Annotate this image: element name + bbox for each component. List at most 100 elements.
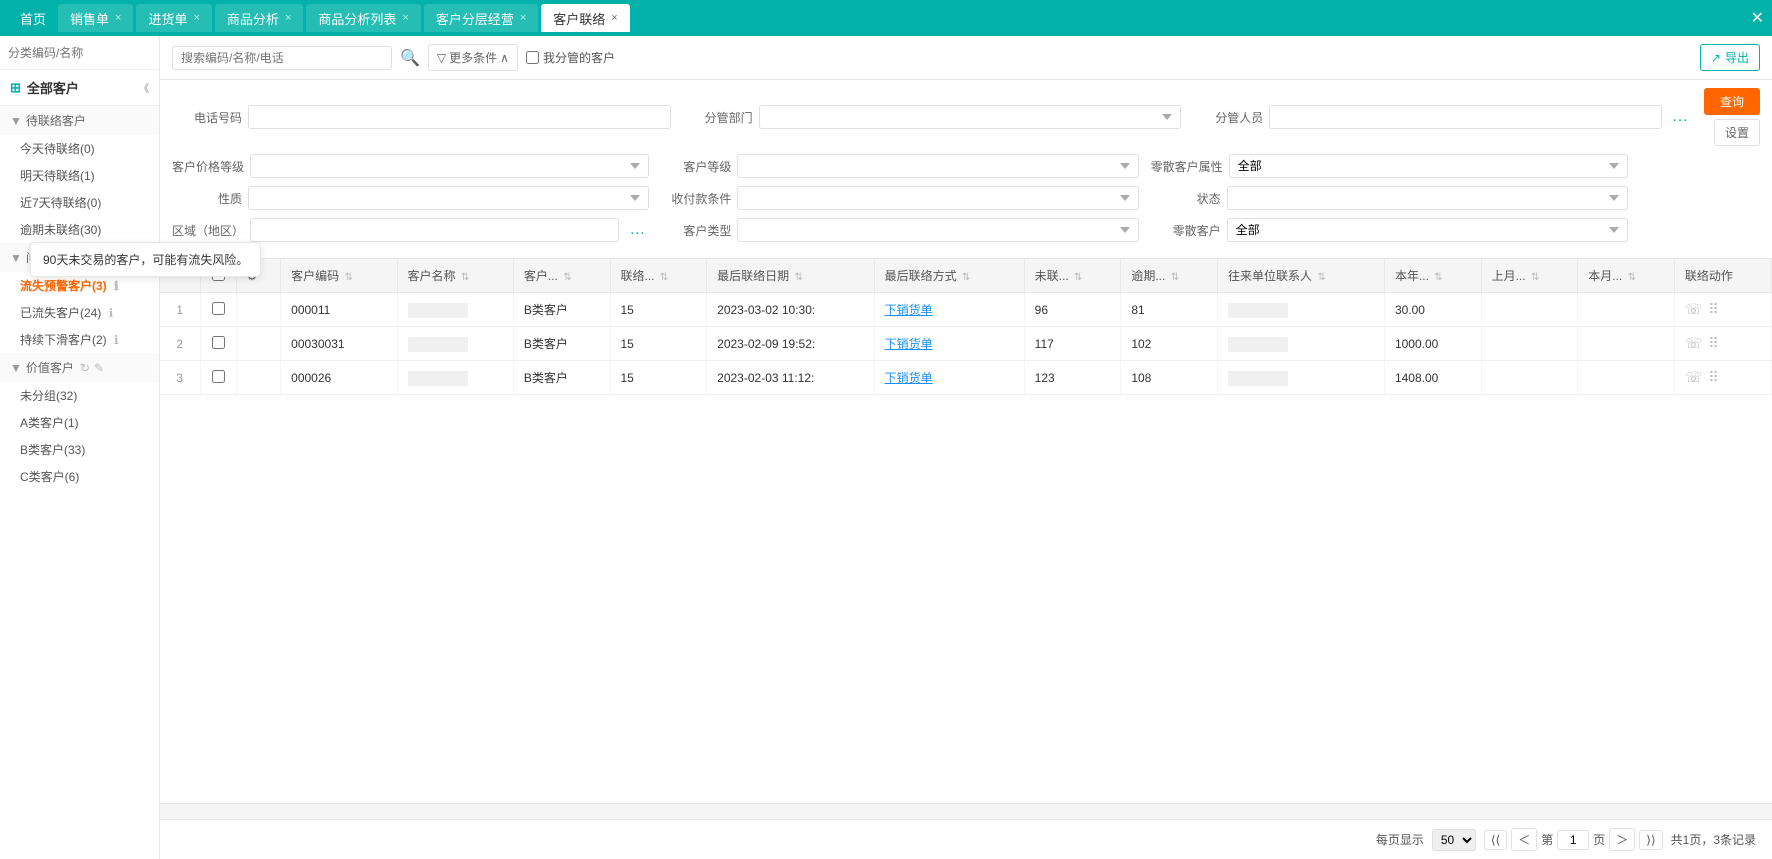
my-customers-filter[interactable]: 我分管的客户 bbox=[526, 49, 615, 66]
sidebar-item-c-class[interactable]: C类客户(6) bbox=[0, 463, 159, 490]
page-input[interactable] bbox=[1557, 830, 1589, 850]
sidebar-item-declining[interactable]: 持续下滑客户(2) ℹ bbox=[0, 326, 159, 353]
tab-analysis-close[interactable]: × bbox=[285, 12, 291, 24]
query-button[interactable]: 查询 bbox=[1704, 88, 1760, 115]
sidebar-item-lost[interactable]: 已流失客户(24) ℹ bbox=[0, 299, 159, 326]
col-header-type[interactable]: 客户... ⇅ bbox=[513, 259, 610, 293]
contact-method-link[interactable]: 下销货单 bbox=[885, 371, 933, 385]
filter-row-4: 区域（地区） … 客户类型 零散客户 全部 bbox=[172, 218, 1760, 242]
col-header-unit-contact[interactable]: 往来单位联系人 ⇅ bbox=[1217, 259, 1384, 293]
col-header-this-month[interactable]: 本月... ⇅ bbox=[1578, 259, 1675, 293]
horizontal-scrollbar[interactable] bbox=[160, 803, 1772, 819]
gender-select[interactable] bbox=[248, 186, 649, 210]
cell-checkbox[interactable] bbox=[200, 293, 236, 327]
cell-index: 1 bbox=[160, 293, 200, 327]
tab-sales-close[interactable]: × bbox=[115, 12, 121, 24]
tab-purchase[interactable]: 进货单 × bbox=[136, 4, 211, 32]
contact-action-icon[interactable]: ☏ bbox=[1685, 301, 1703, 318]
status-select[interactable] bbox=[1227, 186, 1628, 210]
tab-home[interactable]: 首页 bbox=[8, 9, 58, 28]
sidebar-search-input[interactable] bbox=[8, 46, 160, 60]
blurred-unit-contact: ██████ bbox=[1228, 371, 1288, 386]
tab-analysis-table-close[interactable]: × bbox=[402, 12, 408, 24]
refresh-icon[interactable]: ↻ bbox=[80, 361, 90, 375]
customer-type-select[interactable] bbox=[737, 218, 1138, 242]
sidebar-group-pending-contact[interactable]: ▼ 待联络客户 bbox=[0, 106, 159, 135]
data-table: ⚙ 客户编码 ⇅ 客户名称 ⇅ 客户... ⇅ bbox=[160, 259, 1772, 395]
cell-checkbox[interactable] bbox=[200, 361, 236, 395]
col-header-last-month[interactable]: 上月... ⇅ bbox=[1481, 259, 1578, 293]
tab-bar: 首页 销售单 × 进货单 × 商品分析 × 商品分析列表 × 客户分层经营 × … bbox=[0, 0, 1772, 36]
col-header-last-method[interactable]: 最后联络方式 ⇅ bbox=[874, 259, 1024, 293]
dept-select[interactable] bbox=[759, 105, 1182, 129]
edit-icon[interactable]: ✎ bbox=[94, 361, 104, 375]
phone-input[interactable] bbox=[248, 105, 671, 129]
customer-type-label: 客户类型 bbox=[661, 222, 731, 239]
sidebar-item-today[interactable]: 今天待联络(0) bbox=[0, 135, 159, 162]
cell-unit-contact: ██████ bbox=[1217, 361, 1384, 395]
col-header-actions: 联络动作 bbox=[1674, 259, 1771, 293]
sidebar-item-7days[interactable]: 近7天待联络(0) bbox=[0, 189, 159, 216]
col-header-overdue[interactable]: 逾期... ⇅ bbox=[1121, 259, 1218, 293]
col-header-code[interactable]: 客户编码 ⇅ bbox=[281, 259, 397, 293]
prev-page-button[interactable]: ＜ bbox=[1511, 828, 1537, 851]
window-close-icon[interactable]: ✕ bbox=[1751, 8, 1764, 28]
tab-purchase-close[interactable]: × bbox=[193, 12, 199, 24]
per-page-select[interactable]: 50 bbox=[1432, 829, 1476, 851]
last-page-button[interactable]: ⟩⟩ bbox=[1639, 830, 1662, 850]
next-page-button[interactable]: ＞ bbox=[1609, 828, 1635, 851]
blurred-unit-contact: ██████ bbox=[1228, 337, 1288, 352]
contact-action-icon[interactable]: ☏ bbox=[1685, 369, 1703, 386]
cell-last-date: 2023-02-09 19:52: bbox=[707, 327, 874, 361]
filter-group-gender: 性质 bbox=[172, 186, 649, 210]
setting-button[interactable]: 设置 bbox=[1714, 119, 1760, 146]
sidebar-all-customers[interactable]: ⊞ 全部客户 《 bbox=[0, 70, 159, 106]
more-action-icon[interactable]: ⠿ bbox=[1708, 335, 1718, 352]
filter-group-zero-retail: 零散客户 全部 bbox=[1151, 218, 1628, 242]
person-more-btn[interactable]: … bbox=[1668, 108, 1692, 126]
zero-retail-attr-select[interactable]: 全部 bbox=[1229, 154, 1628, 178]
tab-customer-segment[interactable]: 客户分层经营 × bbox=[424, 4, 538, 32]
col-header-last-date[interactable]: 最后联络日期 ⇅ bbox=[707, 259, 874, 293]
sidebar-item-unclassified[interactable]: 未分组(32) bbox=[0, 382, 159, 409]
contact-method-link[interactable]: 下销货单 bbox=[885, 303, 933, 317]
sidebar: 🔍 ⊞ 全部客户 《 ▼ 待联络客户 今天待联络(0) 明天待联络(1) 近7天… bbox=[0, 36, 160, 859]
my-customers-checkbox[interactable] bbox=[526, 51, 539, 64]
sidebar-item-a-class[interactable]: A类客户(1) bbox=[0, 409, 159, 436]
filter-more-conditions[interactable]: ▽ 更多条件 ∧ bbox=[428, 44, 518, 71]
customer-level-select[interactable] bbox=[737, 154, 1138, 178]
col-header-not-contacted[interactable]: 未联... ⇅ bbox=[1024, 259, 1121, 293]
tab-customer-segment-close[interactable]: × bbox=[520, 12, 526, 24]
tab-analysis-table[interactable]: 商品分析列表 × bbox=[306, 4, 420, 32]
more-action-icon[interactable]: ⠿ bbox=[1708, 301, 1718, 318]
tab-customer-contact[interactable]: 客户联络 × bbox=[541, 4, 629, 32]
tab-analysis[interactable]: 商品分析 × bbox=[215, 4, 303, 32]
person-input[interactable] bbox=[1269, 105, 1662, 129]
region-input[interactable] bbox=[250, 218, 619, 242]
sidebar-item-tomorrow[interactable]: 明天待联络(1) bbox=[0, 162, 159, 189]
more-action-icon[interactable]: ⠿ bbox=[1708, 369, 1718, 386]
export-button[interactable]: ↗ 导出 bbox=[1700, 44, 1760, 71]
filter-search-input[interactable] bbox=[172, 46, 392, 70]
filter-search-button[interactable]: 🔍 bbox=[400, 48, 420, 68]
sidebar-item-b-class[interactable]: B类客户(33) bbox=[0, 436, 159, 463]
tab-customer-contact-close[interactable]: × bbox=[611, 12, 617, 24]
contact-method-link[interactable]: 下销货单 bbox=[885, 337, 933, 351]
first-page-button[interactable]: ⟨⟨ bbox=[1484, 830, 1507, 850]
sidebar-group-value-customers[interactable]: ▼ 价值客户 ↻ ✎ bbox=[0, 353, 159, 382]
filter-group-customer-type: 客户类型 bbox=[661, 218, 1138, 242]
col-header-contact[interactable]: 联络... ⇅ bbox=[610, 259, 707, 293]
cell-last-method[interactable]: 下销货单 bbox=[874, 327, 1024, 361]
col-header-this-year[interactable]: 本年... ⇅ bbox=[1384, 259, 1481, 293]
contact-action-icon[interactable]: ☏ bbox=[1685, 335, 1703, 352]
zero-retail-select[interactable]: 全部 bbox=[1227, 218, 1628, 242]
cell-last-method[interactable]: 下销货单 bbox=[874, 293, 1024, 327]
payment-select[interactable] bbox=[737, 186, 1138, 210]
sidebar-item-overdue[interactable]: 逾期未联络(30) bbox=[0, 216, 159, 243]
cell-last-method[interactable]: 下销货单 bbox=[874, 361, 1024, 395]
tab-sales[interactable]: 销售单 × bbox=[58, 4, 133, 32]
region-more-btn[interactable]: … bbox=[625, 221, 649, 239]
cell-checkbox[interactable] bbox=[200, 327, 236, 361]
price-level-select[interactable] bbox=[250, 154, 649, 178]
col-header-name[interactable]: 客户名称 ⇅ bbox=[397, 259, 513, 293]
